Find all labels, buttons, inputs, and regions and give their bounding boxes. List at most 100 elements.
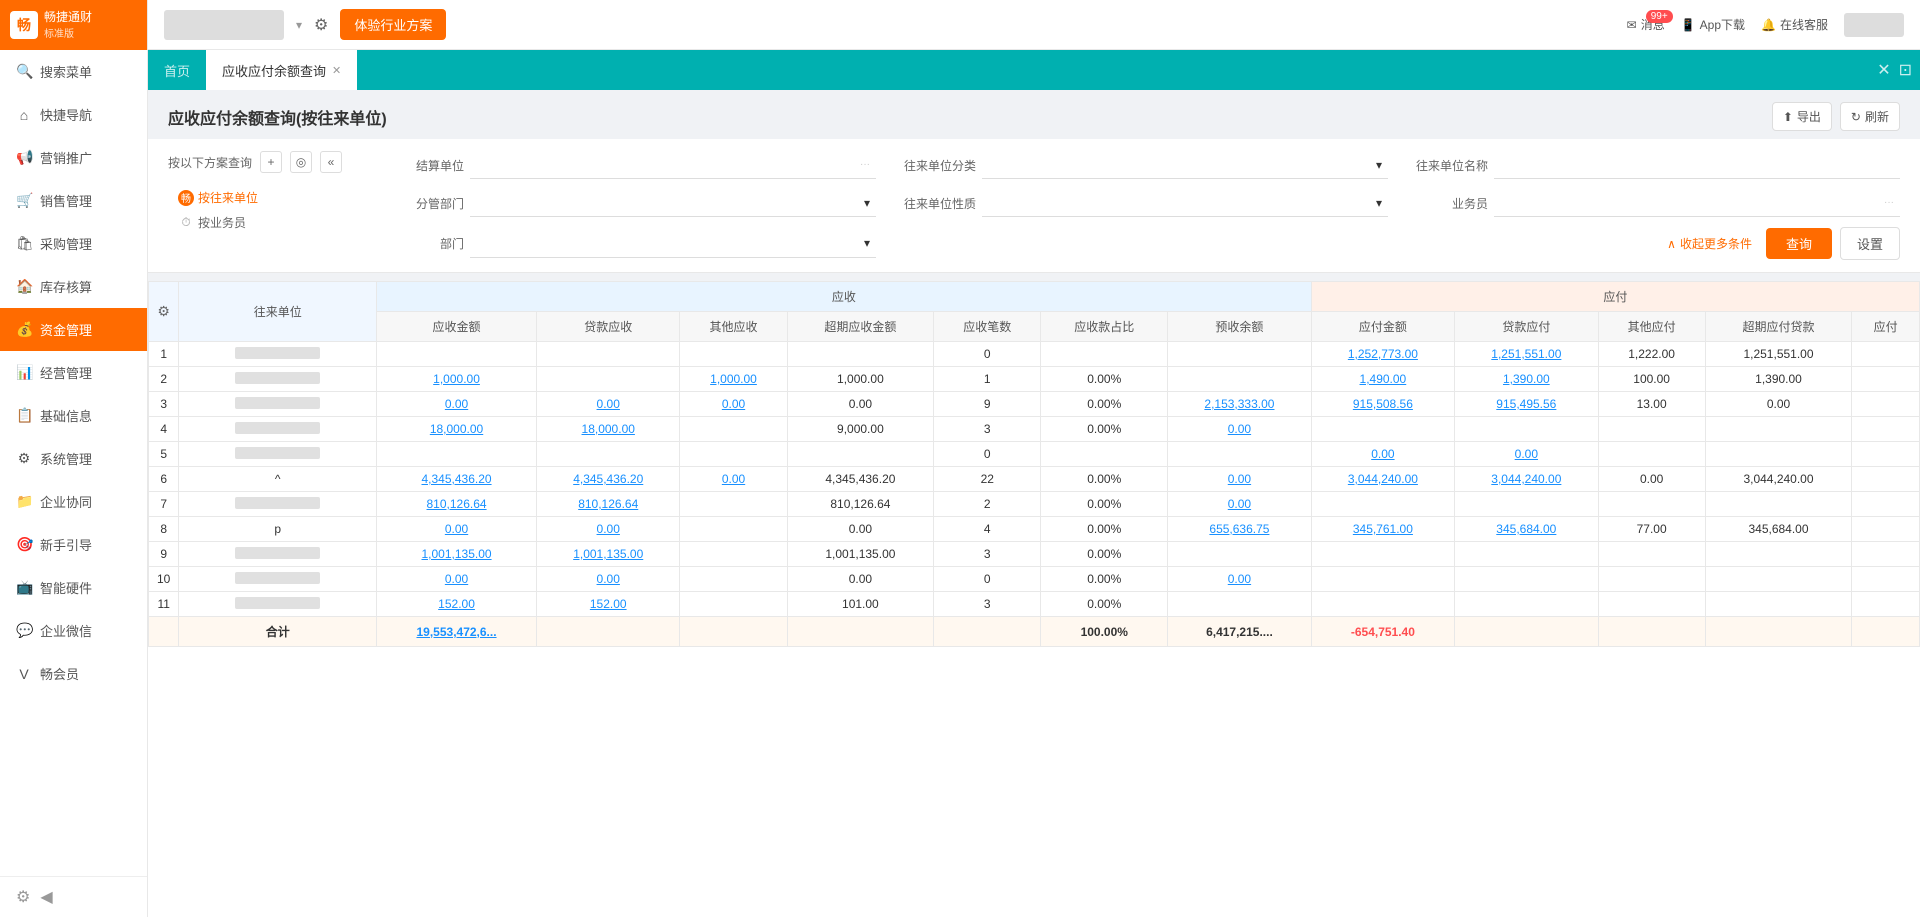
footer-other-ap — [1598, 617, 1705, 647]
sidebar-item-member[interactable]: V 畅会员 — [0, 652, 147, 695]
app-download-label: App下载 — [1700, 16, 1745, 33]
message-icon: ✉ — [1627, 18, 1637, 32]
sidebar-bottom: ⚙ ◀ — [0, 876, 147, 917]
footer-loan-ap — [1455, 617, 1598, 647]
app-icon: 📱 — [1681, 18, 1696, 32]
refresh-button[interactable]: ↻ 刷新 — [1840, 102, 1900, 131]
refresh-icon: ↻ — [1851, 110, 1861, 124]
filter-back-button[interactable]: « — [320, 151, 342, 173]
collapse-icon[interactable]: ◀ — [40, 887, 52, 907]
partner-category-field: 往来单位分类 ▾ — [896, 151, 1388, 179]
filter-scheme-label: 按以下方案查询 — [168, 154, 252, 171]
user-avatar[interactable] — [1844, 13, 1904, 37]
filter-by-salesperson-label: 按业务员 — [198, 214, 246, 231]
table-wrapper[interactable]: ⚙ 往来单位 应收 应付 应收金额 贷款应收 其他应收 超期应收金额 应收笔数 — [148, 281, 1920, 917]
logo-badge: 标准版 — [44, 25, 92, 40]
tab-home[interactable]: 首页 — [148, 50, 206, 90]
sidebar-item-enterprise-wx[interactable]: 💬 企业微信 — [0, 609, 147, 652]
sidebar-item-enterprise[interactable]: 📁 企业协同 — [0, 480, 147, 523]
sidebar-item-basic-info[interactable]: 📋 基础信息 — [0, 394, 147, 437]
topbar: ▾ ⚙ 体验行业方案 ✉ 消息 99+ 📱 App下载 🔔 在线客服 — [148, 0, 1920, 50]
sidebar-item-purchase[interactable]: 🛍 采购管理 — [0, 222, 147, 265]
sidebar-item-label: 经营管理 — [40, 363, 92, 382]
filter-circle-button[interactable]: ◎ — [290, 151, 312, 173]
filter-by-partner[interactable]: 畅 按往来单位 — [168, 185, 368, 210]
tab-expand-icon[interactable]: ⊡ — [1899, 60, 1912, 80]
sidebar-item-sales[interactable]: 🛒 销售管理 — [0, 179, 147, 222]
salesperson-input[interactable]: ··· — [1494, 189, 1900, 217]
smart-hw-icon: 📺 — [16, 579, 32, 596]
clock-icon: ⏱ — [178, 215, 194, 230]
sidebar-item-label: 采购管理 — [40, 234, 92, 253]
filter-add-button[interactable]: + — [260, 151, 282, 173]
enterprise-icon: 📁 — [16, 493, 32, 510]
sidebar-item-inventory[interactable]: 🏠 库存核算 — [0, 265, 147, 308]
division-input[interactable]: ▾ — [470, 189, 876, 217]
app-download-button[interactable]: 📱 App下载 — [1681, 16, 1745, 33]
sidebar-item-label: 搜索菜单 — [40, 62, 92, 81]
settlement-unit-field: 结算单位 ··· — [384, 151, 876, 179]
topbar-settings-icon[interactable]: ⚙ — [314, 15, 328, 35]
sidebar-item-operations[interactable]: 📊 经营管理 — [0, 351, 147, 394]
sidebar-item-label: 企业协同 — [40, 492, 92, 511]
sidebar-item-guide[interactable]: 🎯 新手引导 — [0, 523, 147, 566]
topbar-chevron-icon[interactable]: ▾ — [296, 18, 302, 32]
sidebar-item-label: 库存核算 — [40, 277, 92, 296]
enterprise-wx-icon: 💬 — [16, 622, 32, 639]
partner-nature-input[interactable]: ▾ — [982, 189, 1388, 217]
table-row: 4██████████18,000.0018,000.009,000.0030.… — [149, 417, 1920, 442]
sidebar-item-quick-nav[interactable]: ⌂ 快捷导航 — [0, 93, 147, 136]
partner-nature-field: 往来单位性质 ▾ — [896, 189, 1388, 217]
sidebar-item-label: 畅会员 — [40, 664, 79, 683]
topbar-right: ✉ 消息 99+ 📱 App下载 🔔 在线客服 — [1627, 13, 1904, 37]
filter-collapse-button[interactable]: ∧ 收起更多条件 — [1661, 229, 1758, 258]
table-row: 6^4,345,436.204,345,436.200.004,345,436.… — [149, 467, 1920, 492]
tab-close-all-icon[interactable]: ✕ — [1877, 60, 1890, 80]
logo-name: 畅捷通财 — [44, 10, 92, 24]
solution-button[interactable]: 体验行业方案 — [340, 9, 446, 40]
main-content: ▾ ⚙ 体验行业方案 ✉ 消息 99+ 📱 App下载 🔔 在线客服 — [148, 0, 1920, 917]
tab-close-icon[interactable]: ✕ — [332, 64, 341, 77]
query-button[interactable]: 查询 — [1766, 228, 1832, 259]
overdue-ar-header: 超期应收金额 — [787, 312, 934, 342]
partner-category-input[interactable]: ▾ — [982, 151, 1388, 179]
message-button[interactable]: ✉ 消息 99+ — [1627, 16, 1665, 33]
table-container: ⚙ 往来单位 应收 应付 应收金额 贷款应收 其他应收 超期应收金额 应收笔数 — [148, 281, 1920, 917]
table-footer-row: 合计 19,553,472,6... 100.00% 6,417,215....… — [149, 617, 1920, 647]
finance-icon: 💰 — [16, 321, 32, 338]
topbar-brand — [164, 10, 284, 40]
partner-name-field: 往来单位名称 — [1408, 151, 1900, 179]
sidebar-item-search-menu[interactable]: 🔍 搜索菜单 — [0, 50, 147, 93]
sidebar-item-label: 快捷导航 — [40, 105, 92, 124]
export-button[interactable]: ⬆ 导出 — [1772, 102, 1832, 131]
filter-fields: 结算单位 ··· 往来单位分类 ▾ 往来单位名称 — [384, 151, 1900, 260]
online-service-button[interactable]: 🔔 在线客服 — [1761, 16, 1828, 33]
table-row: 7██████████810,126.64810,126.64810,126.6… — [149, 492, 1920, 517]
footer-empty — [149, 617, 179, 647]
guide-icon: 🎯 — [16, 536, 32, 553]
sidebar-item-marketing[interactable]: 📢 营销推广 — [0, 136, 147, 179]
partner-name-input[interactable] — [1494, 151, 1900, 179]
footer-ar-count — [934, 617, 1041, 647]
marketing-icon: 📢 — [16, 149, 32, 166]
partner-name-label: 往来单位名称 — [1408, 157, 1488, 174]
chevron-up-icon: ∧ — [1667, 237, 1676, 251]
filter-by-salesperson[interactable]: ⏱ 按业务员 — [168, 210, 368, 235]
table-settings-icon[interactable]: ⚙ — [157, 303, 170, 319]
tabbar: 首页 应收应付余额查询 ✕ ✕ ⊡ — [148, 50, 1920, 90]
settings-icon[interactable]: ⚙ — [16, 887, 30, 907]
department-input[interactable]: ▾ — [470, 230, 876, 258]
sidebar-item-smart-hw[interactable]: 📺 智能硬件 — [0, 566, 147, 609]
footer-prepay: 6,417,215.... — [1168, 617, 1311, 647]
tab-ar-ap[interactable]: 应收应付余额查询 ✕ — [206, 50, 357, 90]
footer-ap-total: -654,751.40 — [1311, 617, 1454, 647]
sidebar: 畅 畅捷通财 标准版 🔍 搜索菜单 ⌂ 快捷导航 📢 营销推广 🛒 销售管理 🛍… — [0, 0, 148, 917]
sidebar-item-system[interactable]: ⚙ 系统管理 — [0, 437, 147, 480]
sidebar-item-finance[interactable]: 💰 资金管理 — [0, 308, 147, 351]
service-icon: 🔔 — [1761, 18, 1776, 32]
filter-by-partner-label: 按往来单位 — [198, 189, 258, 206]
table-settings-header[interactable]: ⚙ — [149, 282, 179, 342]
footer-ar-total: 19,553,472,6... — [377, 617, 537, 647]
settlement-unit-input[interactable]: ··· — [470, 151, 876, 179]
settings-filter-button[interactable]: 设置 — [1840, 227, 1900, 260]
